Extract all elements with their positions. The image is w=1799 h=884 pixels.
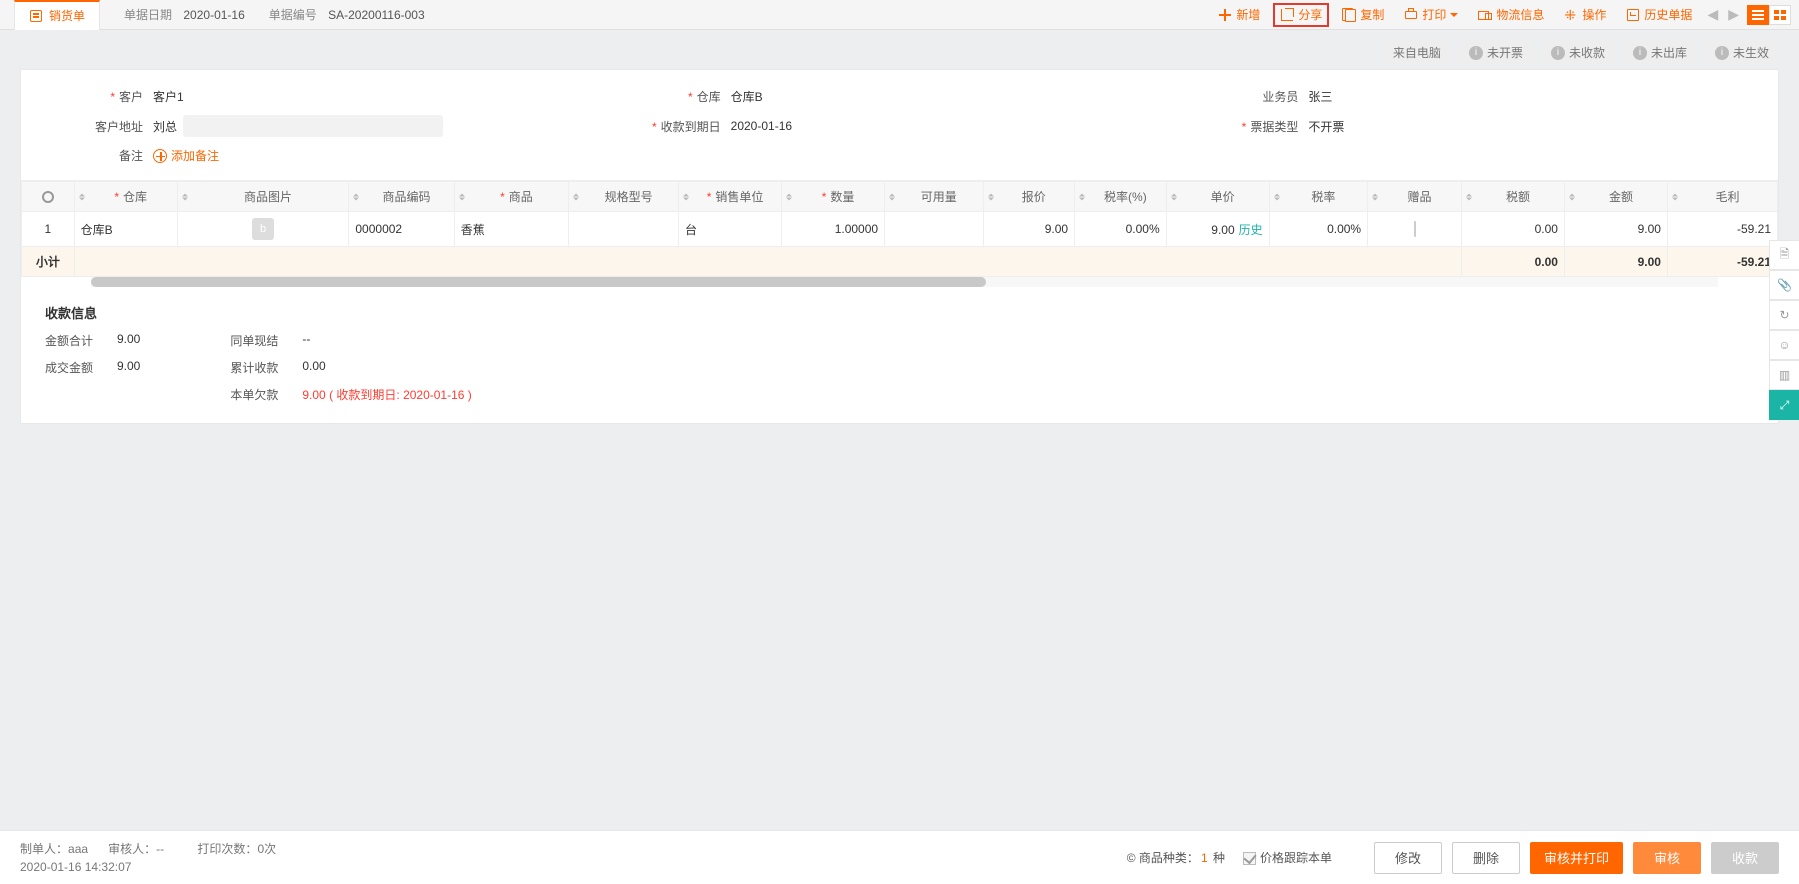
rail-refresh-button[interactable]: ↻ [1769, 300, 1799, 330]
add-note-button[interactable]: 添加备注 [153, 147, 219, 164]
payment-section: 收款信息 金额合计9.00 成交金额9.00 同单现结-- 累计收款0.00 本… [21, 287, 1778, 403]
print-button[interactable]: 打印 [1397, 3, 1465, 27]
side-rail: 🗎 📎 ↻ ☺ ▥ ⤢ [1769, 240, 1799, 420]
copy-button[interactable]: 复制 [1335, 3, 1391, 27]
history-icon [1626, 8, 1640, 22]
col-settings[interactable] [22, 182, 75, 212]
field-invoice-type: *票据类型不开票 [1208, 115, 1746, 137]
rail-user-button[interactable]: ☺ [1769, 330, 1799, 360]
new-button[interactable]: 新增 [1211, 3, 1267, 27]
col-product[interactable]: *商品 [454, 182, 568, 212]
plus-circle-icon [153, 149, 167, 163]
col-quote[interactable]: 报价 [983, 182, 1075, 212]
grid-view-button[interactable] [1769, 5, 1791, 25]
document-card: *客户客户1 *仓库仓库B 业务员张三 客户地址刘总 *收款到期日2020-01… [20, 69, 1779, 424]
col-qty[interactable]: *数量 [782, 182, 885, 212]
col-profit[interactable]: 毛利 [1667, 182, 1777, 212]
items-table: *仓库 商品图片 商品编码 *商品 规格型号 *销售单位 *数量 可用量 报价 … [21, 181, 1778, 277]
subtotal-row: 小计 0.00 9.00 -59.21 [22, 247, 1778, 277]
checkbox-icon [1243, 852, 1256, 865]
tab-title: 销货单 [49, 7, 85, 24]
rail-note-button[interactable]: 🗎 [1769, 240, 1799, 270]
info-icon: i [1551, 46, 1565, 60]
status-badge-row: 来自电脑 i未开票 i未收款 i未出库 i未生效 [0, 30, 1799, 65]
next-button[interactable]: ▶ [1726, 6, 1741, 23]
col-tax[interactable]: 税率 [1269, 182, 1367, 212]
share-button[interactable]: 分享 [1273, 3, 1329, 27]
logistics-button[interactable]: 物流信息 [1471, 3, 1551, 27]
prev-button[interactable]: ◀ [1705, 6, 1720, 23]
approve-print-button[interactable]: 审核并打印 [1530, 842, 1623, 874]
badge-unshipped[interactable]: i未出库 [1623, 40, 1697, 65]
info-icon: i [1469, 46, 1483, 60]
rail-attach-button[interactable]: 📎 [1769, 270, 1799, 300]
image-placeholder-icon: b [252, 218, 274, 240]
col-warehouse[interactable]: *仓库 [74, 182, 177, 212]
field-address: 客户地址刘总 [53, 115, 591, 137]
info-icon: i [1715, 46, 1729, 60]
col-price[interactable]: 单价 [1166, 182, 1269, 212]
plus-icon [1218, 8, 1232, 22]
price-follow-checkbox[interactable]: 价格跟踪本单 [1243, 849, 1332, 866]
collect-button: 收款 [1711, 842, 1779, 874]
payment-title: 收款信息 [45, 303, 1754, 322]
col-avail[interactable]: 可用量 [885, 182, 983, 212]
horizontal-scrollbar[interactable] [91, 277, 1718, 287]
items-table-wrap: *仓库 商品图片 商品编码 *商品 规格型号 *销售单位 *数量 可用量 报价 … [21, 180, 1778, 287]
product-kinds: © 商品种类：1 种 [1127, 849, 1225, 866]
col-unit[interactable]: *销售单位 [679, 182, 782, 212]
list-view-button[interactable] [1747, 5, 1769, 25]
copy-icon [1342, 8, 1356, 22]
footer-bar: 制单人：aaa 审核人：-- 打印次数：0次 2020-01-16 14:32:… [0, 830, 1799, 884]
edit-button[interactable]: 修改 [1374, 842, 1442, 874]
col-gift[interactable]: 赠品 [1368, 182, 1462, 212]
gear-icon [40, 189, 56, 205]
share-icon [1280, 8, 1294, 22]
history-button[interactable]: 历史单据 [1619, 3, 1699, 27]
rail-expand-button[interactable]: ⤢ [1769, 390, 1799, 420]
truck-icon [1478, 8, 1492, 22]
info-icon: i [1633, 46, 1647, 60]
doc-number: 单据编号 SA-20200116-003 [269, 6, 425, 23]
field-warehouse: *仓库仓库B [631, 88, 1169, 105]
sales-order-icon [29, 9, 43, 23]
badge-unpaid[interactable]: i未收款 [1541, 40, 1615, 65]
badge-uninvoiced[interactable]: i未开票 [1459, 40, 1533, 65]
col-code[interactable]: 商品编码 [349, 182, 454, 212]
field-duedate: *收款到期日2020-01-16 [631, 115, 1169, 137]
top-bar: 销货单 单据日期 2020-01-16 单据编号 SA-20200116-003… [0, 0, 1799, 30]
table-row[interactable]: 1 仓库B b 0000002 香蕉 台 1.00000 9.00 0.00% … [22, 212, 1778, 247]
chevron-down-icon [1450, 13, 1458, 21]
price-history-link[interactable]: 历史 [1239, 223, 1263, 237]
table-header-row: *仓库 商品图片 商品编码 *商品 规格型号 *销售单位 *数量 可用量 报价 … [22, 182, 1778, 212]
badge-inactive[interactable]: i未生效 [1705, 40, 1779, 65]
footer-meta: 制单人：aaa 审核人：-- 打印次数：0次 2020-01-16 14:32:… [20, 840, 276, 876]
rail-chart-button[interactable]: ▥ [1769, 360, 1799, 390]
col-amount[interactable]: 金额 [1564, 182, 1667, 212]
col-taxrate[interactable]: 税率(%) [1075, 182, 1167, 212]
badge-source: 来自电脑 [1383, 40, 1451, 65]
ops-button[interactable]: 操作 [1557, 3, 1613, 27]
approve-button[interactable]: 审核 [1633, 842, 1701, 874]
col-taxamt[interactable]: 税额 [1461, 182, 1564, 212]
print-icon [1404, 8, 1418, 22]
delete-button[interactable]: 删除 [1452, 842, 1520, 874]
field-salesperson: 业务员张三 [1208, 88, 1746, 105]
field-customer: *客户客户1 [53, 88, 591, 105]
ops-icon [1564, 8, 1578, 22]
col-image[interactable]: 商品图片 [177, 182, 349, 212]
header-form: *客户客户1 *仓库仓库B 业务员张三 客户地址刘总 *收款到期日2020-01… [21, 80, 1778, 172]
view-toggle [1747, 5, 1791, 25]
col-spec[interactable]: 规格型号 [569, 182, 679, 212]
gift-checkbox[interactable] [1414, 221, 1416, 237]
active-tab[interactable]: 销货单 [14, 0, 100, 30]
doc-date: 单据日期 2020-01-16 [124, 6, 245, 23]
field-note: 备注添加备注 [53, 147, 591, 164]
